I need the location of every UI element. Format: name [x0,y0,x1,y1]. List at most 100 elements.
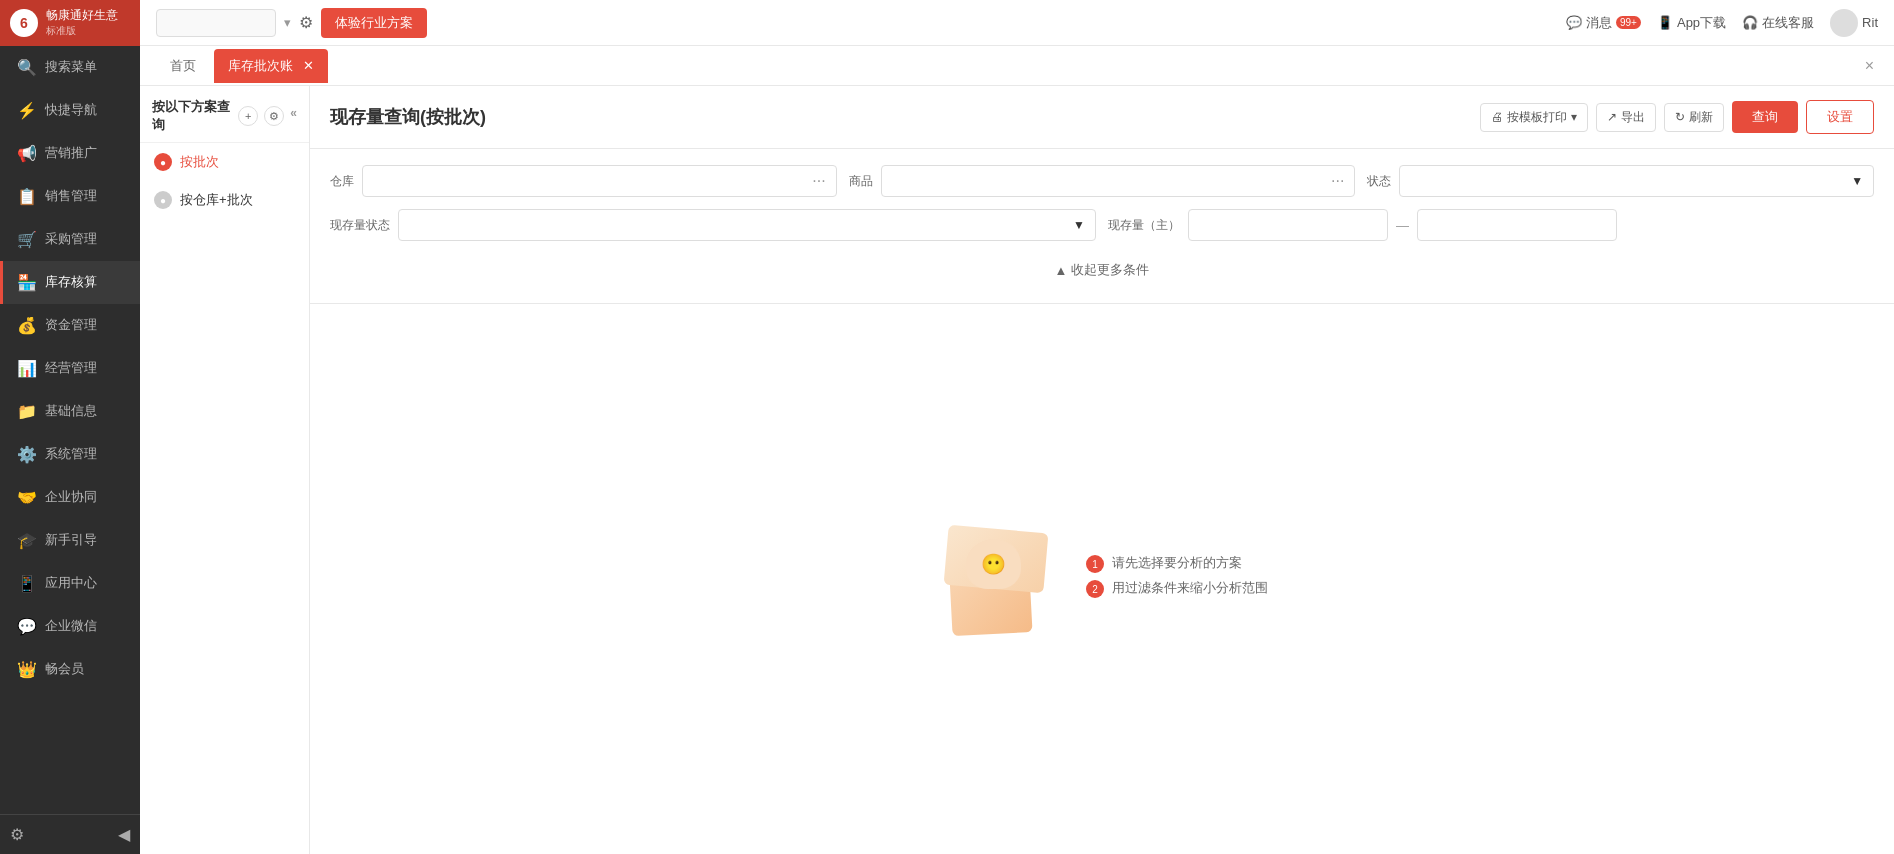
warehouse-label: 仓库 [330,173,354,190]
sidebar-item-wechat[interactable]: 💬 企业微信 [0,605,140,648]
left-panel-collapse-button[interactable]: « [290,106,297,126]
tabs-bar: 首页 库存批次账 ✕ × [140,46,1894,86]
collapse-filters-btn[interactable]: ▲ 收起更多条件 [330,253,1874,287]
status-select[interactable]: ▼ [1399,165,1874,197]
query-button[interactable]: 查询 [1732,101,1798,133]
sidebar-collapse-button[interactable]: ◀ [118,825,130,844]
status-label: 状态 [1367,173,1391,190]
left-panel-header: 按以下方案查询 + ⚙ « [140,86,309,143]
sidebar-item-search[interactable]: 🔍 搜索菜单 [0,46,140,89]
inventory-qty-filter: 现存量（主） — [1108,209,1874,241]
app-download-btn[interactable]: 📱 App下载 [1657,14,1726,32]
scheme-settings-button[interactable]: ⚙ [264,106,284,126]
topbar: ▾ ⚙ 体验行业方案 💬 消息 99+ 📱 App下载 🎧 在线客服 Rit [140,0,1894,46]
tab-panel-close-button[interactable]: × [1861,53,1878,79]
empty-step-2: 2 用过滤条件来缩小分析范围 [1086,579,1268,598]
warehouse-dots[interactable]: ··· [812,172,825,190]
warehouse-filter: 仓库 ··· [330,165,837,197]
sidebar-settings-button[interactable]: ⚙ [10,825,24,844]
sidebar-item-system[interactable]: ⚙️ 系统管理 [0,433,140,476]
chevron-down-icon[interactable]: ▾ [284,15,291,30]
sidebar-item-marketing[interactable]: 📢 营销推广 [0,132,140,175]
sidebar-item-finance[interactable]: 💰 资金管理 [0,304,140,347]
sidebar: 6 畅康通好生意 标准版 🔍 搜索菜单 ⚡ 快捷导航 📢 营销推广 📋 销售管理… [0,0,140,854]
user-avatar[interactable]: Rit [1830,9,1878,37]
sidebar-item-operation[interactable]: 📊 经营管理 [0,347,140,390]
refresh-button[interactable]: ↻ 刷新 [1664,103,1724,132]
sidebar-item-app[interactable]: 📱 应用中心 [0,562,140,605]
inventory-qty-to[interactable] [1417,209,1617,241]
filter-row-1: 仓库 ··· 商品 ··· 状态 [330,165,1874,197]
empty-illustration: 😶 [936,519,1056,639]
warehouse-input[interactable]: ··· [362,165,837,197]
trial-btn[interactable]: 体验行业方案 [321,8,427,38]
step-2-icon: 2 [1086,580,1104,598]
sidebar-item-inventory[interactable]: 🏪 库存核算 [0,261,140,304]
scheme-item-warehouse-batch[interactable]: ● 按仓库+批次 [140,181,309,219]
sidebar-item-purchase[interactable]: 🛒 采购管理 [0,218,140,261]
inventory-qty-from[interactable] [1188,209,1388,241]
status-filter: 状态 ▼ [1367,165,1874,197]
app-icon: 📱 [17,574,37,593]
product-label: 商品 [849,173,873,190]
finance-icon: 💰 [17,316,37,335]
sidebar-item-enterprise[interactable]: 🤝 企业协同 [0,476,140,519]
tab-home[interactable]: 首页 [156,49,210,83]
inventory-qty-label: 现存量（主） [1108,217,1180,234]
message-icon: 💬 [1566,15,1582,30]
operation-icon: 📊 [17,359,37,378]
app-logo: 6 [10,9,38,37]
left-panel-title: 按以下方案查询 [152,98,238,134]
filter-area: 仓库 ··· 商品 ··· 状态 [310,149,1894,304]
newbie-icon: 🎓 [17,531,37,550]
page-header: 现存量查询(按批次) 🖨 按模板打印 ▾ ↗ 导出 ↻ [310,86,1894,149]
message-btn[interactable]: 💬 消息 99+ [1566,14,1641,32]
scheme-item-batch[interactable]: ● 按批次 [140,143,309,181]
filter-row-2: 现存量状态 ▼ 现存量（主） — [330,209,1874,241]
online-service-btn[interactable]: 🎧 在线客服 [1742,14,1814,32]
sidebar-item-member[interactable]: 👑 畅会员 [0,648,140,691]
product-filter: 商品 ··· [849,165,1356,197]
inventory-icon: 🏪 [17,273,37,292]
step-1-icon: 1 [1086,555,1104,573]
main-panel: 现存量查询(按批次) 🖨 按模板打印 ▾ ↗ 导出 ↻ [310,86,1894,854]
topbar-search-input[interactable] [156,9,276,37]
topbar-left: ▾ ⚙ 体验行业方案 [156,8,1554,38]
sidebar-item-sales[interactable]: 📋 销售管理 [0,175,140,218]
main-area: ▾ ⚙ 体验行业方案 💬 消息 99+ 📱 App下载 🎧 在线客服 Rit [140,0,1894,854]
flash-icon: ⚡ [17,101,37,120]
product-dots[interactable]: ··· [1331,172,1344,190]
system-icon: ⚙️ [17,445,37,464]
settings-button[interactable]: 设置 [1806,100,1874,134]
add-scheme-button[interactable]: + [238,106,258,126]
message-badge: 99+ [1616,16,1641,29]
page-title-row: 现存量查询(按批次) 🖨 按模板打印 ▾ ↗ 导出 ↻ [330,100,1874,134]
export-button[interactable]: ↗ 导出 [1596,103,1656,132]
avatar [1830,9,1858,37]
product-input[interactable]: ··· [881,165,1356,197]
page-actions: 🖨 按模板打印 ▾ ↗ 导出 ↻ 刷新 查询 设置 [1480,100,1874,134]
sidebar-bottom: ⚙ ◀ [0,814,140,854]
print-dropdown-icon: ▾ [1571,110,1577,124]
inventory-status-filter: 现存量状态 ▼ [330,209,1096,241]
qty-dash: — [1396,218,1409,233]
headset-icon: 🎧 [1742,15,1758,30]
empty-text: 1 请先选择要分析的方案 2 用过滤条件来缩小分析范围 [1086,554,1268,604]
sidebar-item-newbie[interactable]: 🎓 新手引导 [0,519,140,562]
sidebar-item-quicknav[interactable]: ⚡ 快捷导航 [0,89,140,132]
empty-step-1: 1 请先选择要分析的方案 [1086,554,1268,573]
status-dropdown-icon: ▼ [1851,174,1863,188]
wechat-icon: 💬 [17,617,37,636]
inventory-status-select[interactable]: ▼ [398,209,1096,241]
tab-inventory-batch[interactable]: 库存批次账 ✕ [214,49,328,83]
export-icon: ↗ [1607,110,1617,124]
topbar-right: 💬 消息 99+ 📱 App下载 🎧 在线客服 Rit [1566,9,1878,37]
sidebar-nav: 🔍 搜索菜单 ⚡ 快捷导航 📢 营销推广 📋 销售管理 🛒 采购管理 🏪 库存核… [0,46,140,814]
printer-icon: 🖨 [1491,110,1503,124]
left-panel-actions: + ⚙ « [238,106,297,126]
sidebar-item-basic[interactable]: 📁 基础信息 [0,390,140,433]
topbar-gear-icon[interactable]: ⚙ [299,13,313,32]
tab-close-icon[interactable]: ✕ [303,58,314,73]
page-title: 现存量查询(按批次) [330,105,486,129]
print-button[interactable]: 🖨 按模板打印 ▾ [1480,103,1588,132]
